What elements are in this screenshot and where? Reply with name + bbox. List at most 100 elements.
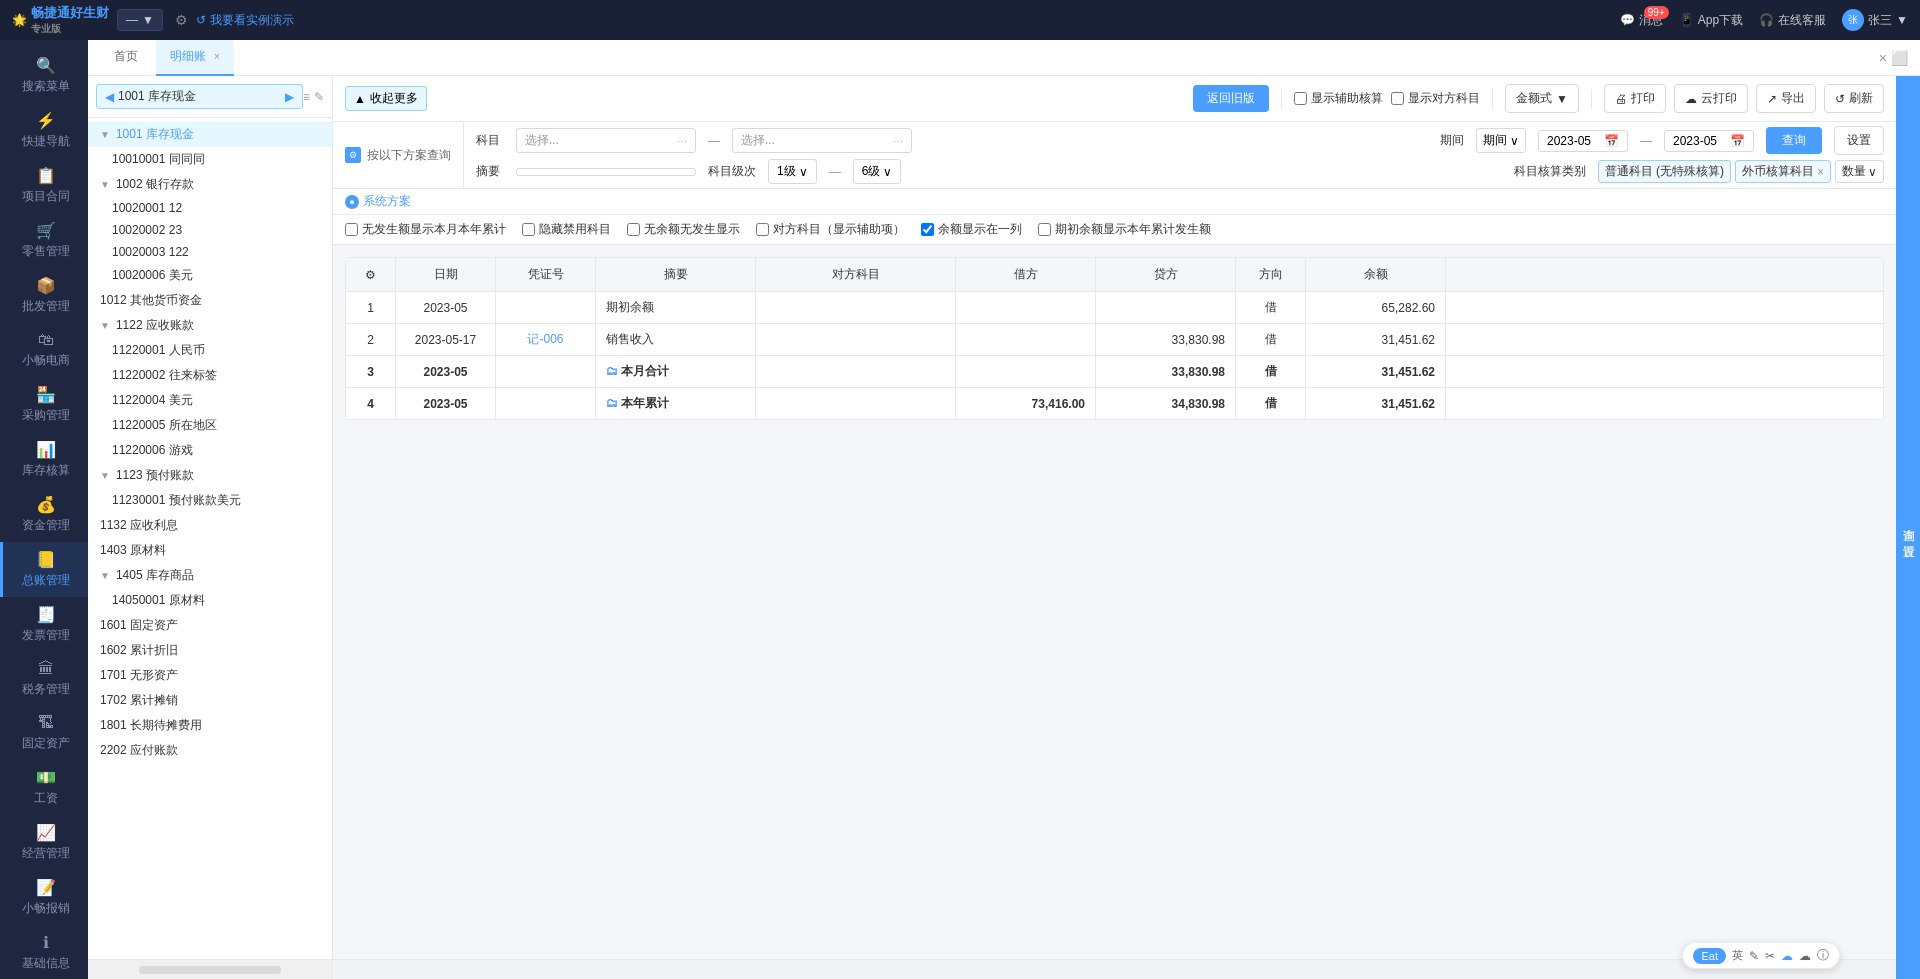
sidebar-item-salary[interactable]: 💵 工资 [0, 760, 88, 815]
show-aux-checkbox[interactable]: 显示辅助核算 [1294, 90, 1383, 107]
tree-item-10020002[interactable]: 10020002 23 [88, 219, 332, 241]
sidebar-item-tax[interactable]: 🏛 税务管理 [0, 652, 88, 706]
window-expand-btn[interactable]: ⬜ [1891, 50, 1908, 66]
tree-item-10010001[interactable]: 10010001 同同同 [88, 147, 332, 172]
level-from-select[interactable]: 1级 ∨ [768, 159, 817, 184]
tab-home[interactable]: 首页 [100, 40, 152, 76]
float-scissors-icon[interactable]: ✂ [1765, 949, 1775, 963]
tree-item-1403[interactable]: 1403 原材料 [88, 538, 332, 563]
tag-foreign[interactable]: 外币核算科目 × [1735, 160, 1831, 183]
checkbox-no-balance-input[interactable] [627, 223, 640, 236]
sidebar-item-retail[interactable]: 🛒 零售管理 [0, 213, 88, 268]
float-cloud-icon[interactable]: ☁ [1781, 949, 1793, 963]
show-counter-checkbox[interactable]: 显示对方科目 [1391, 90, 1480, 107]
app-download-btn[interactable]: 📱 App下载 [1679, 12, 1743, 29]
float-btn-en[interactable]: 英 [1732, 948, 1743, 963]
return-old-btn[interactable]: 返回旧版 [1193, 85, 1269, 112]
tag-normal[interactable]: 普通科目 (无特殊核算) [1598, 160, 1731, 183]
user-menu[interactable]: 张 张三 ▼ [1842, 9, 1908, 31]
tree-item-1132[interactable]: 1132 应收利息 [88, 513, 332, 538]
query-btn[interactable]: 查询 [1766, 127, 1822, 154]
tree-item-10020006[interactable]: 10020006 美元 [88, 263, 332, 288]
window-close-btn[interactable]: × [1879, 50, 1887, 66]
list-view-icon[interactable]: ≡ [303, 90, 310, 104]
show-counter-input[interactable] [1391, 92, 1404, 105]
print-btn[interactable]: 🖨 打印 [1604, 84, 1666, 113]
checkbox-no-balance[interactable]: 无余额无发生显示 [627, 221, 740, 238]
tree-item-1002[interactable]: ▼ 1002 银行存款 [88, 172, 332, 197]
tree-item-10020001[interactable]: 10020001 12 [88, 197, 332, 219]
tree-item-11220001[interactable]: 11220001 人民币 [88, 338, 332, 363]
summary-input[interactable] [516, 168, 696, 176]
message-btn[interactable]: 💬 消息 99+ [1620, 12, 1663, 29]
tree-item-11220006[interactable]: 11220006 游戏 [88, 438, 332, 463]
settings-gear-icon[interactable]: ⚙ [175, 12, 188, 28]
tree-item-10020003[interactable]: 10020003 122 [88, 241, 332, 263]
checkbox-initial-balance[interactable]: 期初余额显示本年累计发生额 [1038, 221, 1211, 238]
right-query-panel[interactable]: 查询 设置 [1896, 76, 1920, 979]
export-btn[interactable]: ↗ 导出 [1756, 84, 1816, 113]
sidebar-item-sales-report[interactable]: 📝 小畅报销 [0, 870, 88, 925]
period-type-select[interactable]: 期间 ∨ [1476, 128, 1526, 153]
cloud-print-btn[interactable]: ☁ 云打印 [1674, 84, 1748, 113]
checkbox-hide-disabled-input[interactable] [522, 223, 535, 236]
sidebar-item-wholesale[interactable]: 📦 批发管理 [0, 268, 88, 323]
tree-item-14050001[interactable]: 14050001 原材料 [88, 588, 332, 613]
company-dropdown[interactable]: — ▼ [117, 9, 163, 31]
sidebar-item-inventory[interactable]: 📊 库存核算 [0, 432, 88, 487]
online-service-btn[interactable]: 🎧 在线客服 [1759, 12, 1826, 29]
checkbox-no-amount-input[interactable] [345, 223, 358, 236]
collapse-toggle[interactable]: ▲ 收起更多 [345, 86, 427, 111]
table-config-icon[interactable]: ⚙ [365, 268, 376, 282]
sidebar-item-business[interactable]: 📈 经营管理 [0, 815, 88, 870]
tree-item-1123[interactable]: ▼ 1123 预付账款 [88, 463, 332, 488]
sidebar-item-capital[interactable]: 💰 资金管理 [0, 487, 88, 542]
voucher-link-2[interactable]: 记-006 [527, 332, 563, 346]
tree-item-1701[interactable]: 1701 无形资产 [88, 663, 332, 688]
checkbox-counter-subject-input[interactable] [756, 223, 769, 236]
tree-item-1801[interactable]: 1801 长期待摊费用 [88, 713, 332, 738]
sidebar-item-ecommerce[interactable]: 🛍 小畅电商 [0, 323, 88, 377]
checkbox-counter-subject[interactable]: 对方科目（显示辅助项） [756, 221, 905, 238]
tree-item-2202[interactable]: 2202 应付账款 [88, 738, 332, 763]
period-start-input[interactable]: 2023-05 📅 [1538, 130, 1628, 152]
tab-close-icon[interactable]: × [214, 51, 220, 62]
sidebar-item-fixed-assets[interactable]: 🏗 固定资产 [0, 706, 88, 760]
amount-format-btn[interactable]: 金额式 ▼ [1505, 84, 1579, 113]
checkbox-balance-one-col[interactable]: 余额显示在一列 [921, 221, 1022, 238]
sidebar-item-project[interactable]: 📋 项目合同 [0, 158, 88, 213]
tree-item-11220004[interactable]: 11220004 美元 [88, 388, 332, 413]
show-aux-input[interactable] [1294, 92, 1307, 105]
demo-link[interactable]: ↺ 我要看实例演示 [196, 12, 294, 29]
subject-from-input[interactable]: 选择... ··· [516, 128, 696, 153]
float-btn-eat[interactable]: Eat [1693, 948, 1726, 964]
checkbox-initial-balance-input[interactable] [1038, 223, 1051, 236]
sidebar-item-search[interactable]: 🔍 搜索菜单 [0, 48, 88, 103]
quantity-dropdown[interactable]: 数量 ∨ [1835, 160, 1884, 183]
tree-item-1001[interactable]: ▼ 1001 库存现金 [88, 122, 332, 147]
filter-config-icon[interactable]: ⚙ [345, 147, 361, 163]
tree-item-1602[interactable]: 1602 累计折旧 [88, 638, 332, 663]
tree-item-1405[interactable]: ▼ 1405 库存商品 [88, 563, 332, 588]
filter-settings-btn[interactable]: 设置 [1834, 126, 1884, 155]
checkbox-balance-one-col-input[interactable] [921, 223, 934, 236]
tree-item-11220002[interactable]: 11220002 往来标签 [88, 363, 332, 388]
sidebar-item-invoice[interactable]: 🧾 发票管理 [0, 597, 88, 652]
sidebar-item-purchase[interactable]: 🏪 采购管理 [0, 377, 88, 432]
tree-item-1122[interactable]: ▼ 1122 应收账款 [88, 313, 332, 338]
subject-to-input[interactable]: 选择... ··· [732, 128, 912, 153]
sidebar-item-quick-nav[interactable]: ⚡ 快捷导航 [0, 103, 88, 158]
tree-item-1012[interactable]: 1012 其他货币资金 [88, 288, 332, 313]
refresh-btn[interactable]: ↺ 刷新 [1824, 84, 1884, 113]
level-to-select[interactable]: 6级 ∨ [853, 159, 902, 184]
period-end-input[interactable]: 2023-05 📅 [1664, 130, 1754, 152]
checkbox-no-amount[interactable]: 无发生额显示本月本年累计 [345, 221, 506, 238]
sidebar-item-basic-info[interactable]: ℹ 基础信息 [0, 925, 88, 979]
tag-foreign-remove[interactable]: × [1817, 165, 1824, 179]
system-scheme-btn[interactable]: ● 系统方案 [345, 193, 411, 210]
float-edit-icon[interactable]: ✎ [1749, 949, 1759, 963]
float-cloud2-icon[interactable]: ☁ [1799, 949, 1811, 963]
edit-view-icon[interactable]: ✎ [314, 90, 324, 104]
tree-item-1601[interactable]: 1601 固定资产 [88, 613, 332, 638]
tree-item-11220005[interactable]: 11220005 所在地区 [88, 413, 332, 438]
